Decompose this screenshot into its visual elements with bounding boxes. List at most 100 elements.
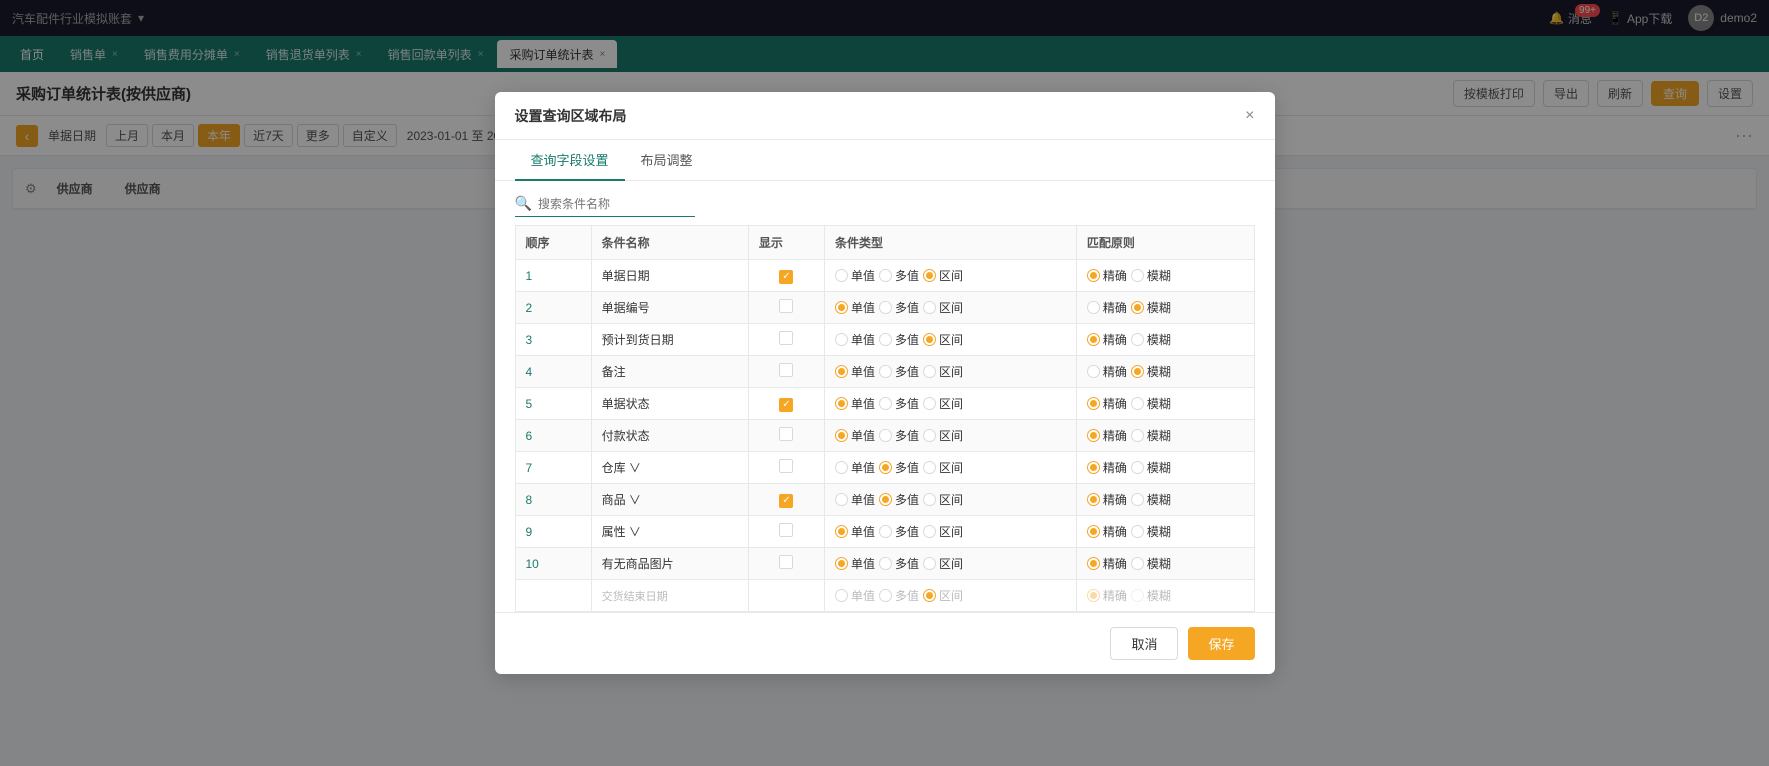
radio-option-type_single[interactable]: 单值 [835, 395, 875, 412]
radio-option-type_multi[interactable]: 多值 [879, 267, 919, 284]
radio-option-match[interactable]: 模糊 [1131, 427, 1171, 444]
row-display[interactable] [748, 292, 824, 324]
tab-layout-adjust-label: 布局调整 [641, 153, 693, 168]
radio-option-match[interactable]: 精确 [1087, 267, 1127, 284]
display-checkbox[interactable] [779, 555, 793, 569]
radio-dot [1131, 365, 1144, 378]
radio-option-match[interactable]: 精确 [1087, 363, 1127, 380]
radio-option-type_single[interactable]: 单值 [835, 331, 875, 348]
radio-option-match[interactable]: 模糊 [1131, 267, 1171, 284]
row-display[interactable] [748, 452, 824, 484]
radio-dot [879, 429, 892, 442]
radio-option-match[interactable]: 精确 [1087, 587, 1127, 604]
radio-option-type_single[interactable]: 单值 [835, 459, 875, 476]
row-display[interactable] [748, 420, 824, 452]
row-type: 单值多值区间 [824, 260, 1076, 292]
cancel-button[interactable]: 取消 [1110, 627, 1178, 660]
row-display[interactable] [748, 356, 824, 388]
row-name: 仓库 ∨ [591, 452, 748, 484]
radio-option-match[interactable]: 模糊 [1131, 331, 1171, 348]
row-display[interactable] [748, 580, 824, 612]
radio-option-match[interactable]: 精确 [1087, 523, 1127, 540]
radio-option-match[interactable]: 精确 [1087, 555, 1127, 572]
row-display[interactable] [748, 516, 824, 548]
radio-option-type_single[interactable]: 单值 [835, 491, 875, 508]
match-radio-group: 精确模糊 [1087, 459, 1244, 476]
radio-option-match[interactable]: 模糊 [1131, 395, 1171, 412]
type-radio-group: 单值多值区间 [835, 555, 1066, 572]
radio-option-type_range[interactable]: 区间 [923, 363, 963, 380]
row-display[interactable] [748, 388, 824, 420]
radio-option-type_multi[interactable]: 多值 [879, 299, 919, 316]
display-checkbox[interactable] [779, 398, 793, 412]
radio-dot [835, 301, 848, 314]
row-type: 单值多值区间 [824, 388, 1076, 420]
radio-option-match[interactable]: 模糊 [1131, 299, 1171, 316]
modal-footer: 取消 保存 [495, 612, 1275, 674]
radio-option-type_multi[interactable]: 多值 [879, 395, 919, 412]
radio-option-type_multi[interactable]: 多值 [879, 459, 919, 476]
modal-close-button[interactable]: × [1245, 108, 1254, 124]
radio-option-match[interactable]: 精确 [1087, 331, 1127, 348]
radio-option-match[interactable]: 模糊 [1131, 363, 1171, 380]
radio-option-type_range[interactable]: 区间 [923, 299, 963, 316]
radio-option-match[interactable]: 模糊 [1131, 523, 1171, 540]
row-name: 有无商品图片 [591, 548, 748, 580]
modal-header: 设置查询区域布局 × [495, 92, 1275, 140]
radio-option-type_range[interactable]: 区间 [923, 267, 963, 284]
radio-option-type_single[interactable]: 单值 [835, 363, 875, 380]
match-radio-group: 精确模糊 [1087, 555, 1244, 572]
display-checkbox[interactable] [779, 494, 793, 508]
radio-option-type_multi[interactable]: 多值 [879, 363, 919, 380]
radio-option-type_multi[interactable]: 多值 [879, 427, 919, 444]
tab-query-fields[interactable]: 查询字段设置 [515, 140, 625, 181]
radio-option-type_single[interactable]: 单值 [835, 555, 875, 572]
row-display[interactable] [748, 548, 824, 580]
radio-option-type_multi[interactable]: 多值 [879, 555, 919, 572]
radio-option-type_range[interactable]: 区间 [923, 331, 963, 348]
display-checkbox[interactable] [779, 459, 793, 473]
display-checkbox[interactable] [779, 427, 793, 441]
radio-option-match[interactable]: 精确 [1087, 491, 1127, 508]
display-checkbox[interactable] [779, 331, 793, 345]
tab-layout-adjust[interactable]: 布局调整 [625, 140, 709, 181]
radio-option-type_single[interactable]: 单值 [835, 427, 875, 444]
radio-option-type_range[interactable]: 区间 [923, 427, 963, 444]
type-radio-group: 单值多值区间 [835, 267, 1066, 284]
radio-option-type_multi[interactable]: 多值 [879, 491, 919, 508]
radio-dot [879, 589, 892, 602]
type-radio-group: 单值多值区间 [835, 395, 1066, 412]
display-checkbox[interactable] [779, 523, 793, 537]
display-checkbox[interactable] [779, 363, 793, 377]
radio-option-match[interactable]: 精确 [1087, 395, 1127, 412]
radio-option-type_range[interactable]: 区间 [923, 491, 963, 508]
radio-option-type_single[interactable]: 单值 [835, 267, 875, 284]
radio-option-match[interactable]: 模糊 [1131, 587, 1171, 604]
display-checkbox[interactable] [779, 299, 793, 313]
search-input[interactable] [538, 197, 678, 211]
radio-dot [835, 525, 848, 538]
row-order [515, 580, 591, 612]
row-order: 6 [515, 420, 591, 452]
display-checkbox[interactable] [779, 270, 793, 284]
save-button[interactable]: 保存 [1188, 627, 1254, 660]
radio-option-match[interactable]: 精确 [1087, 459, 1127, 476]
radio-option-type_range[interactable]: 区间 [923, 459, 963, 476]
row-name: 单据状态 [591, 388, 748, 420]
radio-option-match[interactable]: 模糊 [1131, 459, 1171, 476]
radio-option-type_range[interactable]: 区间 [923, 523, 963, 540]
radio-option-type_multi[interactable]: 多值 [879, 523, 919, 540]
radio-option-type_range[interactable]: 区间 [923, 395, 963, 412]
radio-option-type_range[interactable]: 区间 [923, 555, 963, 572]
radio-option-match[interactable]: 精确 [1087, 427, 1127, 444]
radio-option-type_multi[interactable]: 多值 [879, 331, 919, 348]
row-display[interactable] [748, 484, 824, 516]
radio-option-type_single[interactable]: 单值 [835, 299, 875, 316]
table-row: 交货结束日期单值多值区间精确模糊 [515, 580, 1254, 612]
radio-option-match[interactable]: 模糊 [1131, 555, 1171, 572]
radio-option-match[interactable]: 精确 [1087, 299, 1127, 316]
row-display[interactable] [748, 324, 824, 356]
row-display[interactable] [748, 260, 824, 292]
radio-option-type_single[interactable]: 单值 [835, 523, 875, 540]
radio-option-match[interactable]: 模糊 [1131, 491, 1171, 508]
